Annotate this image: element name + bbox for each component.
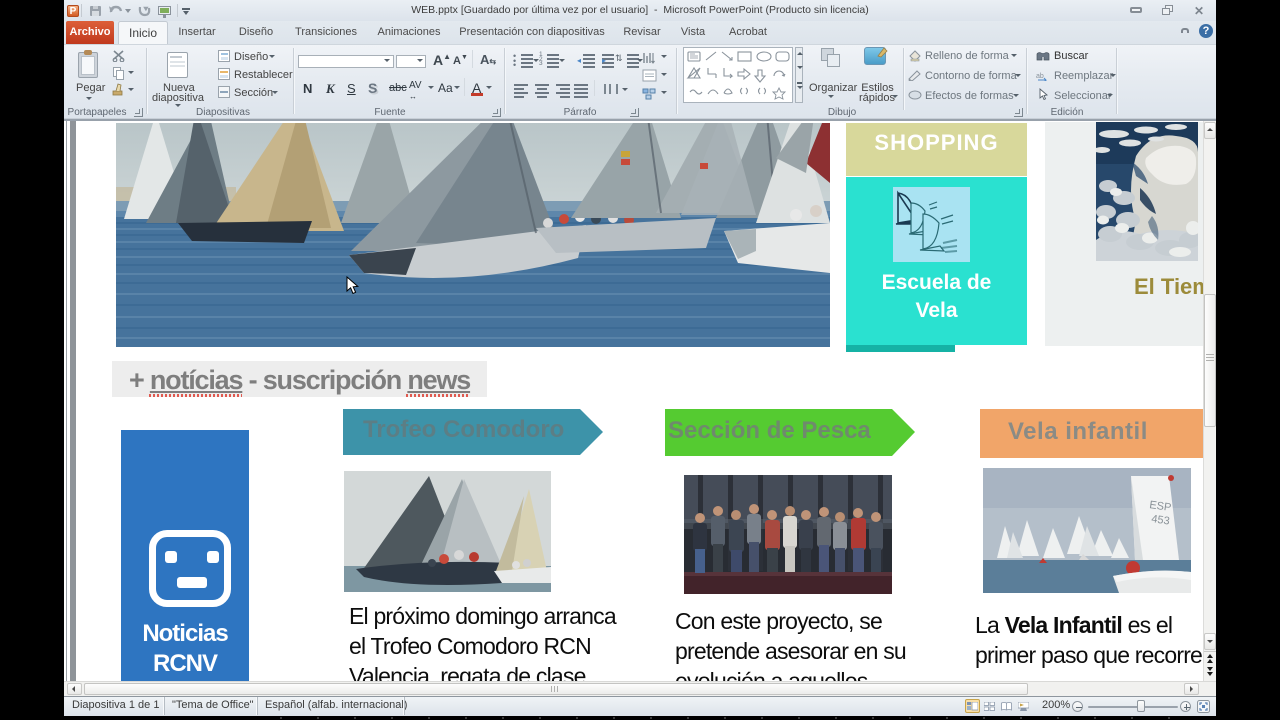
svg-text:453: 453 [1151, 513, 1171, 527]
svg-text:ab: ab [1036, 73, 1044, 80]
